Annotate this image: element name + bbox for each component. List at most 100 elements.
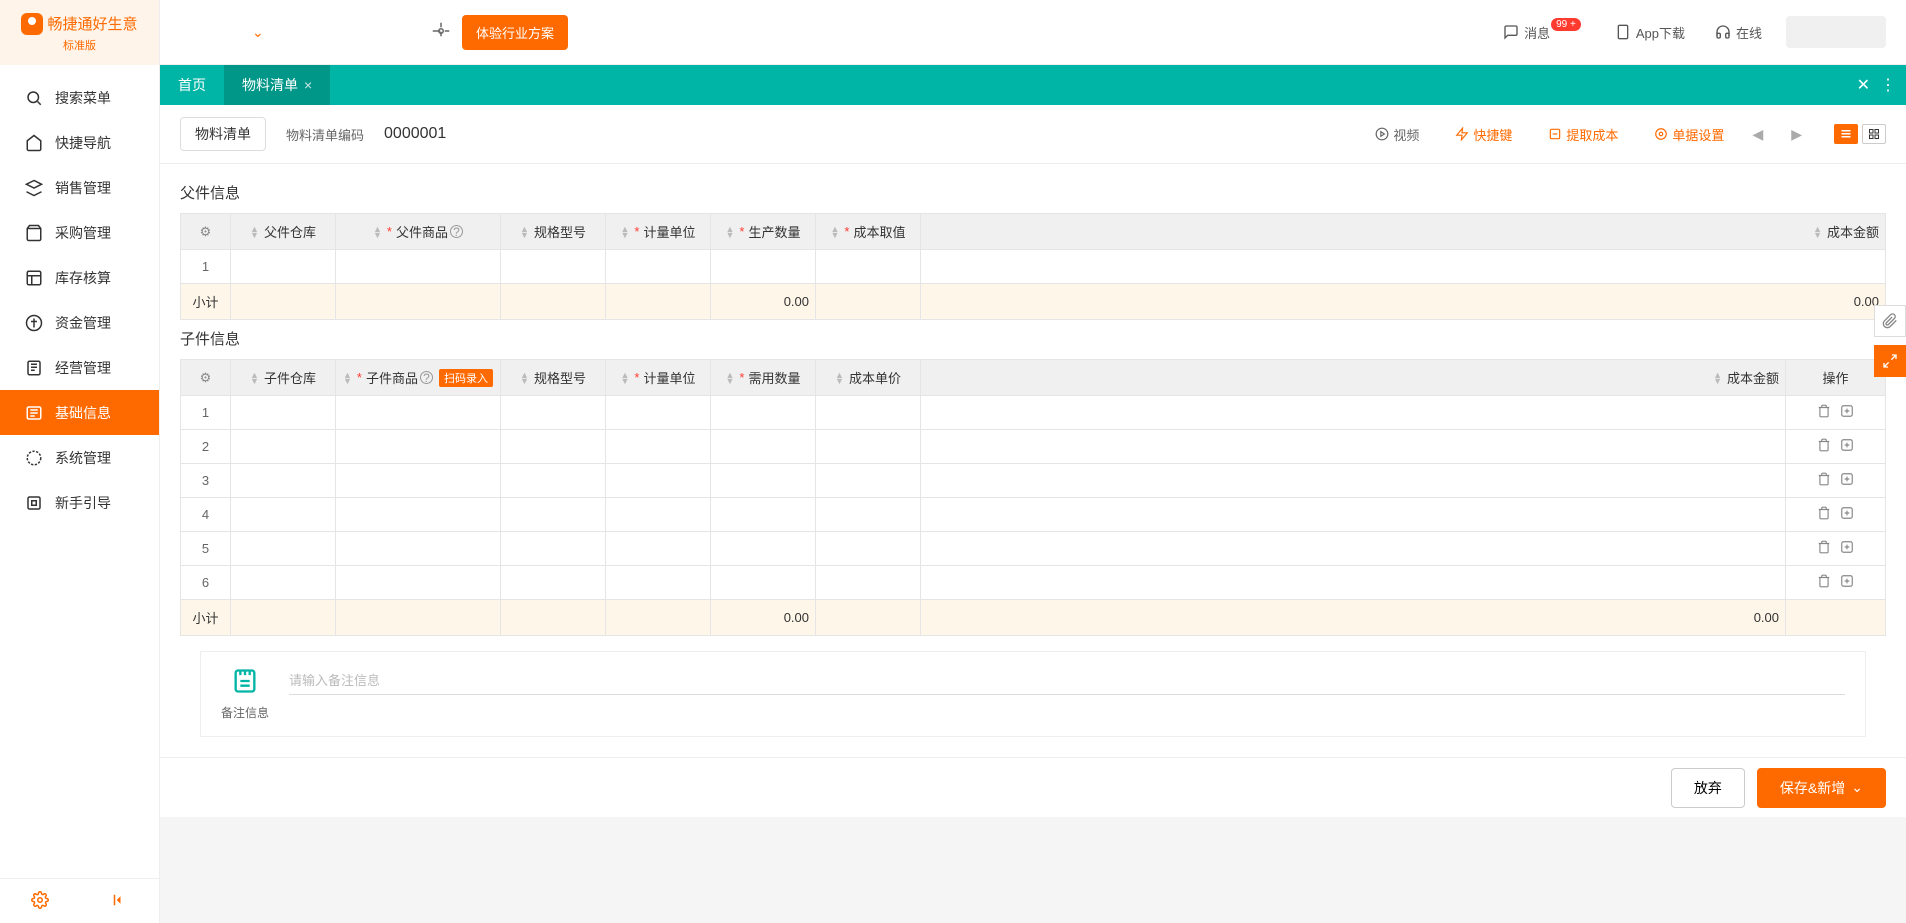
child-th-spec[interactable]: ▲▼规格型号 [501, 360, 606, 396]
delete-row-icon[interactable] [1817, 438, 1831, 452]
cell-spec[interactable] [501, 430, 606, 464]
cell-cost-method[interactable] [816, 250, 921, 284]
settings-icon[interactable] [31, 891, 49, 912]
cell-unit-cost[interactable] [816, 464, 921, 498]
remarks-input[interactable] [289, 667, 1845, 695]
experience-button[interactable]: 体验行业方案 [462, 15, 568, 50]
tab-close-icon[interactable]: × [304, 77, 312, 93]
expand-icon[interactable] [1874, 345, 1906, 377]
cell-unit-cost[interactable] [816, 430, 921, 464]
nav-guide[interactable]: 新手引导 [0, 480, 159, 525]
delete-row-icon[interactable] [1817, 472, 1831, 486]
tabs-more-icon[interactable]: ⋮ [1880, 75, 1896, 95]
child-th-cost-amount[interactable]: ▲▼成本金额 [921, 360, 1786, 396]
cell-warehouse[interactable] [231, 532, 336, 566]
extract-cost-link[interactable]: 提取成本 [1548, 125, 1618, 144]
cell-qty[interactable] [711, 464, 816, 498]
add-row-icon[interactable] [1840, 574, 1854, 588]
add-row-icon[interactable] [1840, 404, 1854, 418]
parent-th-cost-method[interactable]: ▲▼*成本取值 [816, 214, 921, 250]
company-settings-icon[interactable] [432, 22, 450, 43]
attach-icon[interactable] [1874, 305, 1906, 337]
cell-spec[interactable] [501, 250, 606, 284]
cell-unit-cost[interactable] [816, 566, 921, 600]
cell-product[interactable] [336, 498, 501, 532]
view-list-button[interactable] [1834, 124, 1858, 144]
cell-qty[interactable] [711, 250, 816, 284]
cell-qty[interactable] [711, 396, 816, 430]
tab-bom[interactable]: 物料清单 × [224, 65, 330, 105]
cell-warehouse[interactable] [231, 498, 336, 532]
page-title-tab[interactable]: 物料清单 [180, 117, 266, 151]
app-download-link[interactable]: App下载 [1615, 23, 1685, 42]
child-th-unit[interactable]: ▲▼*计量单位 [606, 360, 711, 396]
child-row[interactable]: 6 [181, 566, 1886, 600]
add-row-icon[interactable] [1840, 472, 1854, 486]
cell-unit-cost[interactable] [816, 498, 921, 532]
cell-cost-amount[interactable] [921, 532, 1786, 566]
cell-product[interactable] [336, 430, 501, 464]
cell-unit[interactable] [606, 566, 711, 600]
child-row[interactable]: 5 [181, 532, 1886, 566]
nav-purchase[interactable]: 采购管理 [0, 210, 159, 255]
delete-row-icon[interactable] [1817, 404, 1831, 418]
child-th-config[interactable]: ⚙ [181, 360, 231, 396]
nav-quick-nav[interactable]: 快捷导航 [0, 120, 159, 165]
parent-th-unit[interactable]: ▲▼*计量单位 [606, 214, 711, 250]
cell-cost-amount[interactable] [921, 464, 1786, 498]
child-th-warehouse[interactable]: ▲▼子件仓库 [231, 360, 336, 396]
cell-cost-amount[interactable] [921, 566, 1786, 600]
parent-th-spec[interactable]: ▲▼规格型号 [501, 214, 606, 250]
cell-spec[interactable] [501, 566, 606, 600]
cell-warehouse[interactable] [231, 430, 336, 464]
view-card-button[interactable] [1862, 124, 1886, 144]
messages-link[interactable]: 消息 99 + [1503, 23, 1585, 42]
cell-unit[interactable] [606, 430, 711, 464]
parent-row[interactable]: 1 [181, 250, 1886, 284]
save-new-button[interactable]: 保存&新增 ⌄ [1757, 768, 1886, 808]
add-row-icon[interactable] [1840, 438, 1854, 452]
doc-settings-link[interactable]: 单据设置 [1654, 125, 1724, 144]
cell-qty[interactable] [711, 498, 816, 532]
cell-product[interactable] [336, 532, 501, 566]
cell-qty[interactable] [711, 566, 816, 600]
cell-cost-amount[interactable] [921, 250, 1886, 284]
cell-cost-amount[interactable] [921, 396, 1786, 430]
parent-th-qty[interactable]: ▲▼*生产数量 [711, 214, 816, 250]
cell-spec[interactable] [501, 396, 606, 430]
cell-cost-amount[interactable] [921, 498, 1786, 532]
cell-spec[interactable] [501, 498, 606, 532]
child-th-unit-cost[interactable]: ▲▼成本单价 [816, 360, 921, 396]
cell-warehouse[interactable] [231, 566, 336, 600]
cell-spec[interactable] [501, 464, 606, 498]
cell-cost-amount[interactable] [921, 430, 1786, 464]
scan-badge[interactable]: 扫码录入 [439, 369, 493, 387]
add-row-icon[interactable] [1840, 540, 1854, 554]
discard-button[interactable]: 放弃 [1671, 768, 1745, 808]
nav-operations[interactable]: 经营管理 [0, 345, 159, 390]
delete-row-icon[interactable] [1817, 506, 1831, 520]
cell-unit[interactable] [606, 464, 711, 498]
video-link[interactable]: 视频 [1375, 125, 1419, 144]
company-selector[interactable]: ⌄ [180, 24, 420, 41]
avatar-area[interactable] [1786, 16, 1886, 48]
next-doc-icon[interactable]: ▶ [1791, 126, 1802, 143]
shortcut-link[interactable]: 快捷键 [1455, 125, 1512, 144]
child-th-product[interactable]: ▲▼*子件商品?扫码录入 [336, 360, 501, 396]
cell-warehouse[interactable] [231, 250, 336, 284]
nav-funds[interactable]: 资金管理 [0, 300, 159, 345]
nav-inventory[interactable]: 库存核算 [0, 255, 159, 300]
online-support-link[interactable]: 在线 [1715, 23, 1762, 42]
delete-row-icon[interactable] [1817, 574, 1831, 588]
parent-th-warehouse[interactable]: ▲▼父件仓库 [231, 214, 336, 250]
cell-warehouse[interactable] [231, 464, 336, 498]
cell-product[interactable] [336, 566, 501, 600]
collapse-icon[interactable] [110, 891, 128, 912]
cell-unit[interactable] [606, 396, 711, 430]
cell-unit[interactable] [606, 250, 711, 284]
cell-unit-cost[interactable] [816, 532, 921, 566]
add-row-icon[interactable] [1840, 506, 1854, 520]
cell-unit[interactable] [606, 498, 711, 532]
close-all-icon[interactable]: ✕ [1857, 75, 1870, 95]
nav-system[interactable]: 系统管理 [0, 435, 159, 480]
